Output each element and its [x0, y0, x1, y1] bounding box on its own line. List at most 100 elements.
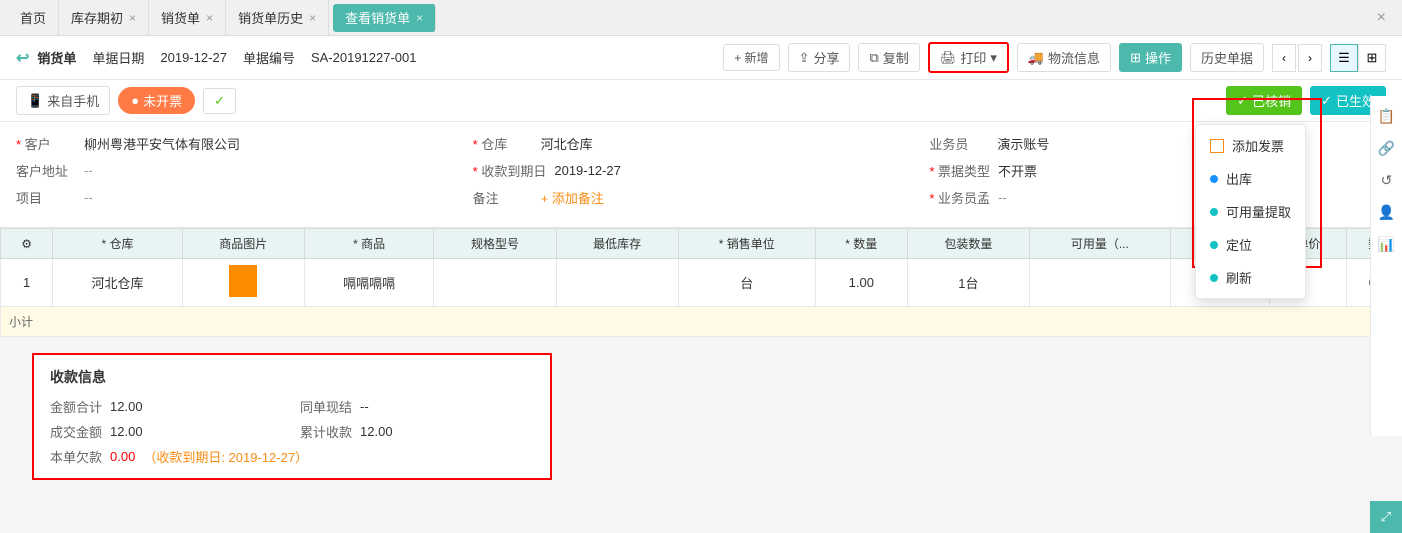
form-section: 客户 柳州粤港平安气体有限公司 仓库 河北仓库 业务员 演示账号 客户地址 --…	[0, 122, 1402, 228]
print-dropdown-icon: ▾	[990, 50, 997, 66]
add-invoice-label: 添加发票	[1232, 136, 1284, 155]
col-img: 商品图片	[182, 229, 304, 259]
close-sales-order[interactable]: ×	[206, 11, 213, 25]
tab-home[interactable]: 首页	[8, 0, 59, 36]
row-pkg-qty: 1台	[907, 259, 1029, 307]
copy-button[interactable]: ⧉ 复制	[858, 43, 919, 72]
close-sales-history[interactable]: ×	[309, 11, 316, 25]
tab-bar: 首页 库存期初 × 销货单 × 销货单历史 × 查看销货单 × ×	[0, 0, 1402, 36]
number-value: SA-20191227-001	[311, 50, 417, 65]
address-value: --	[84, 163, 93, 178]
payment-wrapper: 收款信息 金额合计 12.00 同单现结 -- 成交金额 12.00 累计收款 …	[0, 337, 1402, 496]
plus-icon: +	[541, 191, 549, 206]
payment-grid: 金额合计 12.00 同单现结 -- 成交金额 12.00 累计收款 12.00…	[50, 397, 534, 466]
sidebar-refresh-icon[interactable]: ↺	[1375, 168, 1399, 192]
owed-value: 0.00	[110, 449, 135, 464]
col-min-stock: 最低库存	[556, 229, 678, 259]
history-button[interactable]: 历史单据	[1190, 43, 1264, 72]
same-settle-label: 同单现结	[300, 397, 352, 416]
note-add-btn[interactable]: + 添加备注	[541, 188, 604, 207]
ticket-value: 不开票	[998, 161, 1037, 180]
warehouse-field: 仓库 河北仓库	[473, 134, 930, 153]
dropdown-locate[interactable]: 定位	[1196, 228, 1305, 261]
payment-title: 收款信息	[50, 367, 534, 387]
sidebar-link-icon[interactable]: 🔗	[1375, 136, 1399, 160]
ticket-field: 票据类型 不开票	[929, 161, 1386, 180]
dropdown-outbound[interactable]: 出库	[1196, 162, 1305, 195]
project-label: 项目	[16, 188, 76, 207]
tab-view-sales[interactable]: 查看销货单 ×	[333, 4, 436, 32]
status-buttons: ✓ 已核销 ✓ 已生效	[1226, 86, 1386, 115]
list-view-btn[interactable]: ☰	[1330, 44, 1358, 72]
project-field: 项目 --	[16, 188, 473, 207]
doc-title-area: ↩ 销货单	[16, 48, 76, 68]
expand-icon: ⤢	[1381, 509, 1391, 525]
not-opened-button[interactable]: ● 未开票	[118, 87, 195, 114]
warehouse-value: 河北仓库	[541, 134, 593, 153]
total-value: 12.00	[110, 399, 143, 414]
doc-actions: + 新增 ⇪ 分享 ⧉ 复制 🖨 打印 ▾ 🚚 物流信息 ⊞ 操作	[723, 42, 1386, 73]
close-all-tabs[interactable]: ×	[1369, 9, 1394, 27]
prev-arrow[interactable]: ‹	[1272, 44, 1296, 72]
check-icon: ✓	[214, 93, 225, 109]
row-quantity: 1.00	[815, 259, 907, 307]
same-settle-value: --	[360, 399, 369, 414]
owed-label: 本单欠款	[50, 447, 102, 466]
dropdown-refresh[interactable]: 刷新	[1196, 261, 1305, 294]
new-button[interactable]: + 新增	[723, 44, 779, 71]
share-button[interactable]: ⇪ 分享	[788, 43, 851, 72]
operate-button[interactable]: ⊞ 操作	[1119, 43, 1182, 72]
form-row-3: 项目 -- 备注 + 添加备注 业务员孟 --	[16, 188, 1386, 207]
sidebar-chart-icon[interactable]: 📊	[1375, 232, 1399, 256]
row-min-stock	[556, 259, 678, 307]
col-pkg-qty: 包装数量	[907, 229, 1029, 259]
print-icon: 🖨	[940, 50, 957, 66]
expand-button[interactable]: ⤢	[1370, 501, 1402, 533]
subtotal-row: 小计	[1, 307, 1402, 337]
grid-icon: ⊞	[1130, 50, 1141, 66]
staff-value: 演示账号	[997, 134, 1049, 153]
staff-label: 业务员	[929, 134, 989, 153]
warehouse-label: 仓库	[473, 134, 533, 153]
col-quantity: * 数量	[815, 229, 907, 259]
check-cancelled-icon: ✓	[1237, 93, 1248, 109]
row-warehouse: 河北仓库	[53, 259, 183, 307]
share-icon: ⇪	[799, 50, 810, 66]
invoice-checkbox-icon	[1210, 139, 1224, 153]
dropdown-available-qty[interactable]: 可用量提取	[1196, 195, 1305, 228]
note-label: 备注	[473, 188, 533, 207]
doc-meta: 单据日期 2019-12-27 单据编号 SA-20191227-001	[92, 48, 416, 67]
logistics-icon: 🚚	[1028, 50, 1044, 66]
close-view-sales[interactable]: ×	[416, 11, 423, 25]
logistics-button[interactable]: 🚚 物流信息	[1017, 43, 1111, 72]
check-button[interactable]: ✓	[203, 88, 236, 114]
sidebar-doc-icon[interactable]: 📋	[1375, 104, 1399, 128]
col-product: * 商品	[304, 229, 434, 259]
tab-sales-order[interactable]: 销货单 ×	[149, 0, 226, 36]
row-product: 嗝嗝嗝嗝	[304, 259, 434, 307]
sidebar-user-icon[interactable]: 👤	[1375, 200, 1399, 224]
doc-icon: ↩	[16, 48, 29, 68]
refresh-label: 刷新	[1226, 268, 1252, 287]
outbound-dot	[1210, 175, 1218, 183]
print-button[interactable]: 🖨 打印 ▾	[928, 42, 1009, 73]
close-inventory-init[interactable]: ×	[129, 11, 136, 25]
next-arrow[interactable]: ›	[1298, 44, 1322, 72]
project-value: --	[84, 190, 93, 205]
from-phone-button[interactable]: 📱 来自手机	[16, 86, 110, 115]
items-table: ⚙ * 仓库 商品图片 * 商品 规格型号 最低库存 * 销售单位 * 数量 包…	[0, 228, 1402, 337]
row-img	[182, 259, 304, 307]
phone-icon: 📱	[27, 93, 43, 109]
payment-same-settle-row: 同单现结 --	[300, 397, 534, 416]
sales-staff-label: 业务员孟	[929, 188, 990, 207]
col-warehouse: * 仓库	[53, 229, 183, 259]
deal-label: 成交金额	[50, 422, 102, 441]
grid-view-btn[interactable]: ⊞	[1358, 44, 1386, 72]
dropdown-add-invoice[interactable]: 添加发票	[1196, 129, 1305, 162]
payment-total-row: 金额合计 12.00	[50, 397, 284, 416]
cancelled-button[interactable]: ✓ 已核销	[1226, 86, 1302, 115]
tab-sales-history[interactable]: 销货单历史 ×	[226, 0, 329, 36]
payment-owed-row: 本单欠款 0.00 （收款到期日: 2019-12-27）	[50, 447, 534, 466]
customer-value: 柳州粤港平安气体有限公司	[84, 134, 240, 153]
tab-inventory-init[interactable]: 库存期初 ×	[59, 0, 149, 36]
